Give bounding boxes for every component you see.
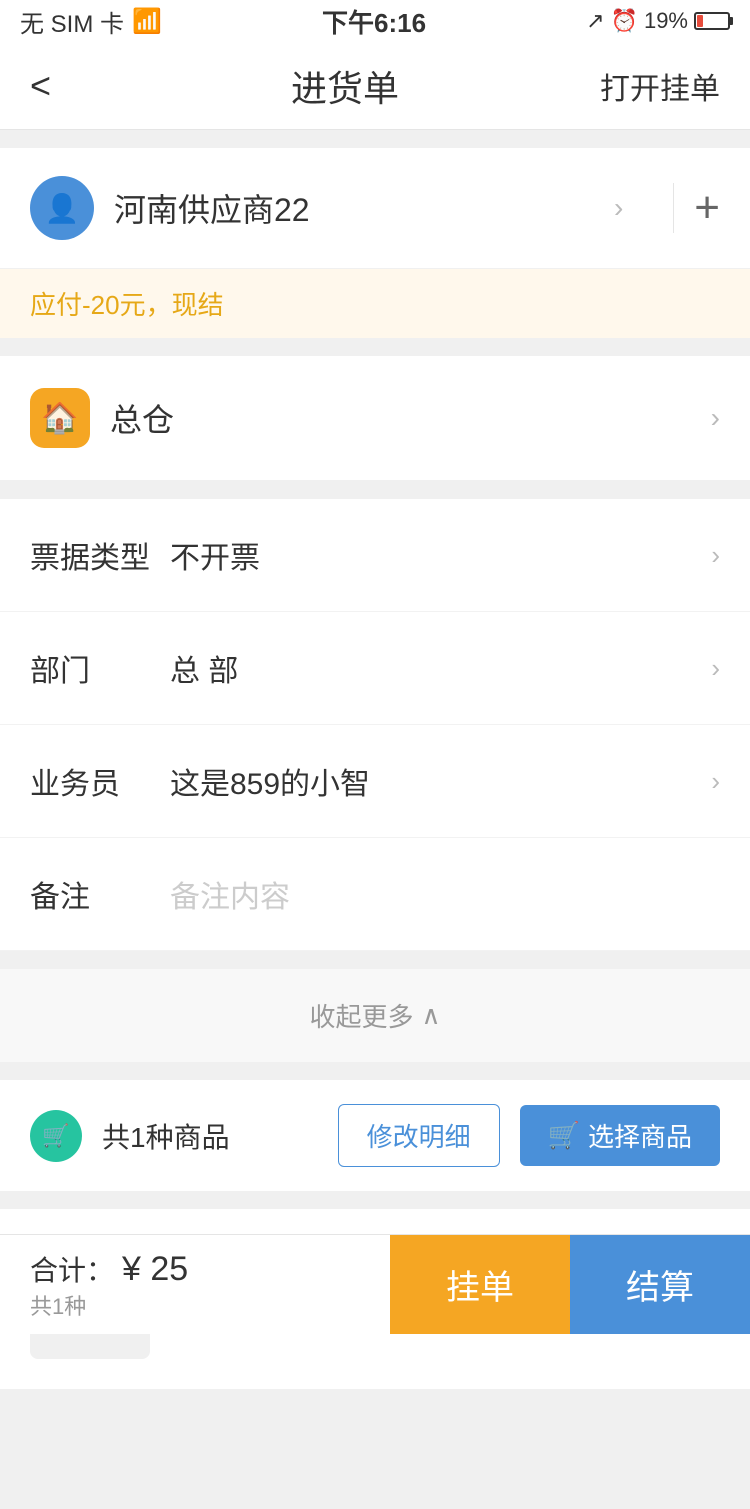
- wifi-icon: 📶: [132, 7, 162, 36]
- supplier-avatar: 👤: [30, 176, 94, 240]
- invoice-type-chevron: ›: [711, 540, 720, 571]
- battery-percent: 19%: [644, 8, 688, 34]
- warehouse-name: 总仓: [110, 395, 711, 441]
- total-key: 合计：: [30, 1249, 114, 1289]
- products-header: 🛒 共1种商品 修改明细 🛒 选择商品: [0, 1080, 750, 1191]
- collapse-label: 收起更多: [309, 997, 413, 1034]
- salesperson-row[interactable]: 业务员 这是859的小智 ›: [0, 725, 750, 838]
- department-chevron: ›: [711, 653, 720, 684]
- hang-button[interactable]: 挂单: [390, 1235, 570, 1334]
- cart-icon: 🛒: [30, 1110, 82, 1162]
- invoice-type-key: 票据类型: [30, 533, 170, 577]
- department-value: 总 部: [170, 646, 711, 690]
- invoice-type-row[interactable]: 票据类型 不开票 ›: [0, 499, 750, 612]
- alarm-icon: ⏰: [611, 8, 638, 34]
- add-button[interactable]: +: [694, 183, 720, 233]
- supplier-name: 河南供应商22: [114, 185, 614, 231]
- collapse-bar[interactable]: 收起更多 ∧: [0, 969, 750, 1062]
- location-icon: ↗: [586, 8, 604, 34]
- warehouse-icon: 🏠: [30, 388, 90, 448]
- department-key: 部门: [30, 646, 170, 690]
- supplier-section: 👤 河南供应商22 › + 应付-20元，现结: [0, 148, 750, 338]
- collapse-icon: ∧: [421, 1000, 440, 1031]
- warehouse-section: 🏠 总仓 ›: [0, 356, 750, 481]
- checkout-button[interactable]: 结算: [570, 1235, 750, 1334]
- salesperson-chevron: ›: [711, 766, 720, 797]
- remark-key: 备注: [30, 872, 170, 916]
- page-title: 进货单: [291, 60, 399, 112]
- total-section: 合计： ¥ 25 共1种: [0, 1235, 390, 1334]
- remark-placeholder: 备注内容: [170, 872, 720, 916]
- total-amount: ¥ 25: [122, 1250, 188, 1289]
- battery-icon: [694, 12, 730, 30]
- modify-detail-button[interactable]: 修改明细: [338, 1104, 500, 1167]
- warehouse-chevron: ›: [711, 402, 720, 434]
- back-button[interactable]: <: [30, 65, 90, 107]
- status-bar: 无 SIM 卡 📶 下午6:16 ↗ ⏰ 19%: [0, 0, 750, 42]
- status-time: 下午6:16: [322, 3, 426, 40]
- carrier-text: 无 SIM 卡: [20, 4, 124, 39]
- warehouse-row[interactable]: 🏠 总仓 ›: [0, 356, 750, 481]
- form-section: 票据类型 不开票 › 部门 总 部 › 业务员 这是859的小智 › 备注 备注…: [0, 499, 750, 951]
- product-count: 共1种商品: [102, 1116, 318, 1156]
- status-left: 无 SIM 卡 📶: [20, 4, 162, 39]
- salesperson-value: 这是859的小智: [170, 759, 711, 803]
- invoice-type-value: 不开票: [170, 533, 711, 577]
- salesperson-key: 业务员: [30, 759, 170, 803]
- total-row: 合计： ¥ 25: [30, 1249, 390, 1289]
- remark-row[interactable]: 备注 备注内容: [0, 838, 750, 951]
- select-product-label: 选择商品: [588, 1117, 692, 1154]
- status-right: ↗ ⏰ 19%: [586, 8, 730, 34]
- select-product-icon: 🛒: [548, 1120, 580, 1151]
- select-product-button[interactable]: 🛒 选择商品: [520, 1105, 720, 1166]
- supplier-chevron: ›: [614, 192, 623, 224]
- divider: [673, 183, 674, 233]
- bottom-bar: 合计： ¥ 25 共1种 挂单 结算: [0, 1234, 750, 1334]
- open-hang-button[interactable]: 打开挂单: [600, 64, 720, 108]
- department-row[interactable]: 部门 总 部 ›: [0, 612, 750, 725]
- total-sub: 共1种: [30, 1289, 390, 1321]
- nav-bar: < 进货单 打开挂单: [0, 42, 750, 130]
- info-banner: 应付-20元，现结: [0, 269, 750, 338]
- supplier-row[interactable]: 👤 河南供应商22 › +: [0, 148, 750, 269]
